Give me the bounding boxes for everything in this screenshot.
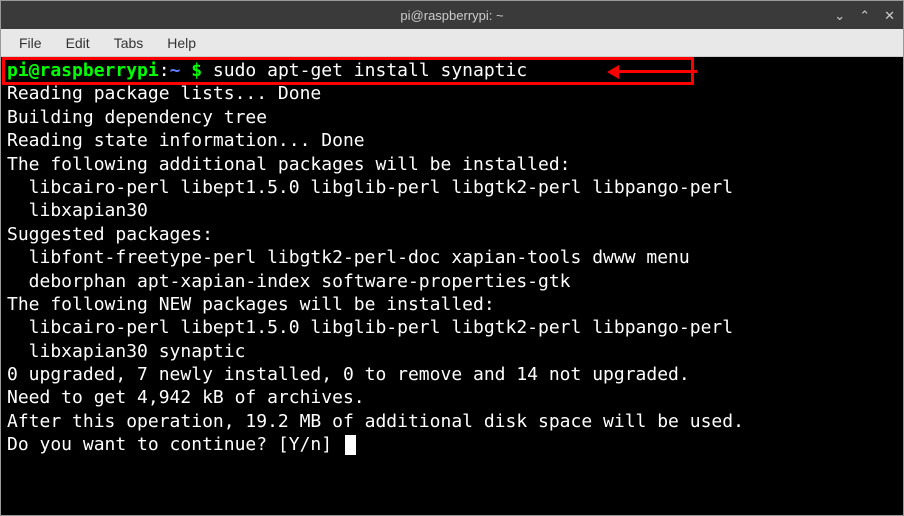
- menu-edit[interactable]: Edit: [56, 33, 100, 53]
- output-line: Reading state information... Done: [7, 130, 365, 151]
- output-line: libcairo-perl libept1.5.0 libglib-perl l…: [7, 317, 733, 338]
- output-line: Suggested packages:: [7, 224, 213, 245]
- command-text: sudo apt-get install synaptic: [213, 60, 527, 81]
- window-title: pi@raspberrypi: ~: [400, 8, 503, 23]
- output-line: libxapian30: [7, 200, 148, 221]
- output-line: libfont-freetype-perl libgtk2-perl-doc x…: [7, 247, 690, 268]
- menu-help[interactable]: Help: [157, 33, 206, 53]
- output-line: libxapian30 synaptic: [7, 341, 245, 362]
- window-controls: ⌄ ⌃ ✕: [834, 9, 895, 22]
- output-line: Reading package lists... Done: [7, 83, 321, 104]
- menu-file[interactable]: File: [9, 33, 52, 53]
- output-line: deborphan apt-xapian-index software-prop…: [7, 271, 571, 292]
- minimize-button[interactable]: ⌄: [834, 9, 845, 22]
- terminal-cursor: [345, 435, 356, 455]
- maximize-button[interactable]: ⌃: [859, 9, 870, 22]
- titlebar[interactable]: pi@raspberrypi: ~ ⌄ ⌃ ✕: [1, 1, 903, 29]
- output-line: After this operation, 19.2 MB of additio…: [7, 411, 744, 432]
- prompt-path: ~: [170, 60, 181, 81]
- prompt-colon: :: [159, 60, 170, 81]
- output-line: The following NEW packages will be insta…: [7, 294, 495, 315]
- output-line: Do you want to continue? [Y/n]: [7, 434, 343, 455]
- close-button[interactable]: ✕: [884, 9, 895, 22]
- terminal-window: pi@raspberrypi: ~ ⌄ ⌃ ✕ File Edit Tabs H…: [0, 0, 904, 516]
- output-line: 0 upgraded, 7 newly installed, 0 to remo…: [7, 364, 690, 385]
- menu-tabs[interactable]: Tabs: [104, 33, 154, 53]
- menubar: File Edit Tabs Help: [1, 29, 903, 57]
- terminal-content: pi@raspberrypi:~ $ sudo apt-get install …: [1, 57, 903, 459]
- output-line: libcairo-perl libept1.5.0 libglib-perl l…: [7, 177, 733, 198]
- output-line: The following additional packages will b…: [7, 154, 571, 175]
- terminal-area[interactable]: pi@raspberrypi:~ $ sudo apt-get install …: [1, 57, 903, 515]
- prompt-symbol: $: [180, 60, 213, 81]
- prompt-user-host: pi@raspberrypi: [7, 60, 159, 81]
- output-line: Building dependency tree: [7, 107, 267, 128]
- output-line: Need to get 4,942 kB of archives.: [7, 387, 365, 408]
